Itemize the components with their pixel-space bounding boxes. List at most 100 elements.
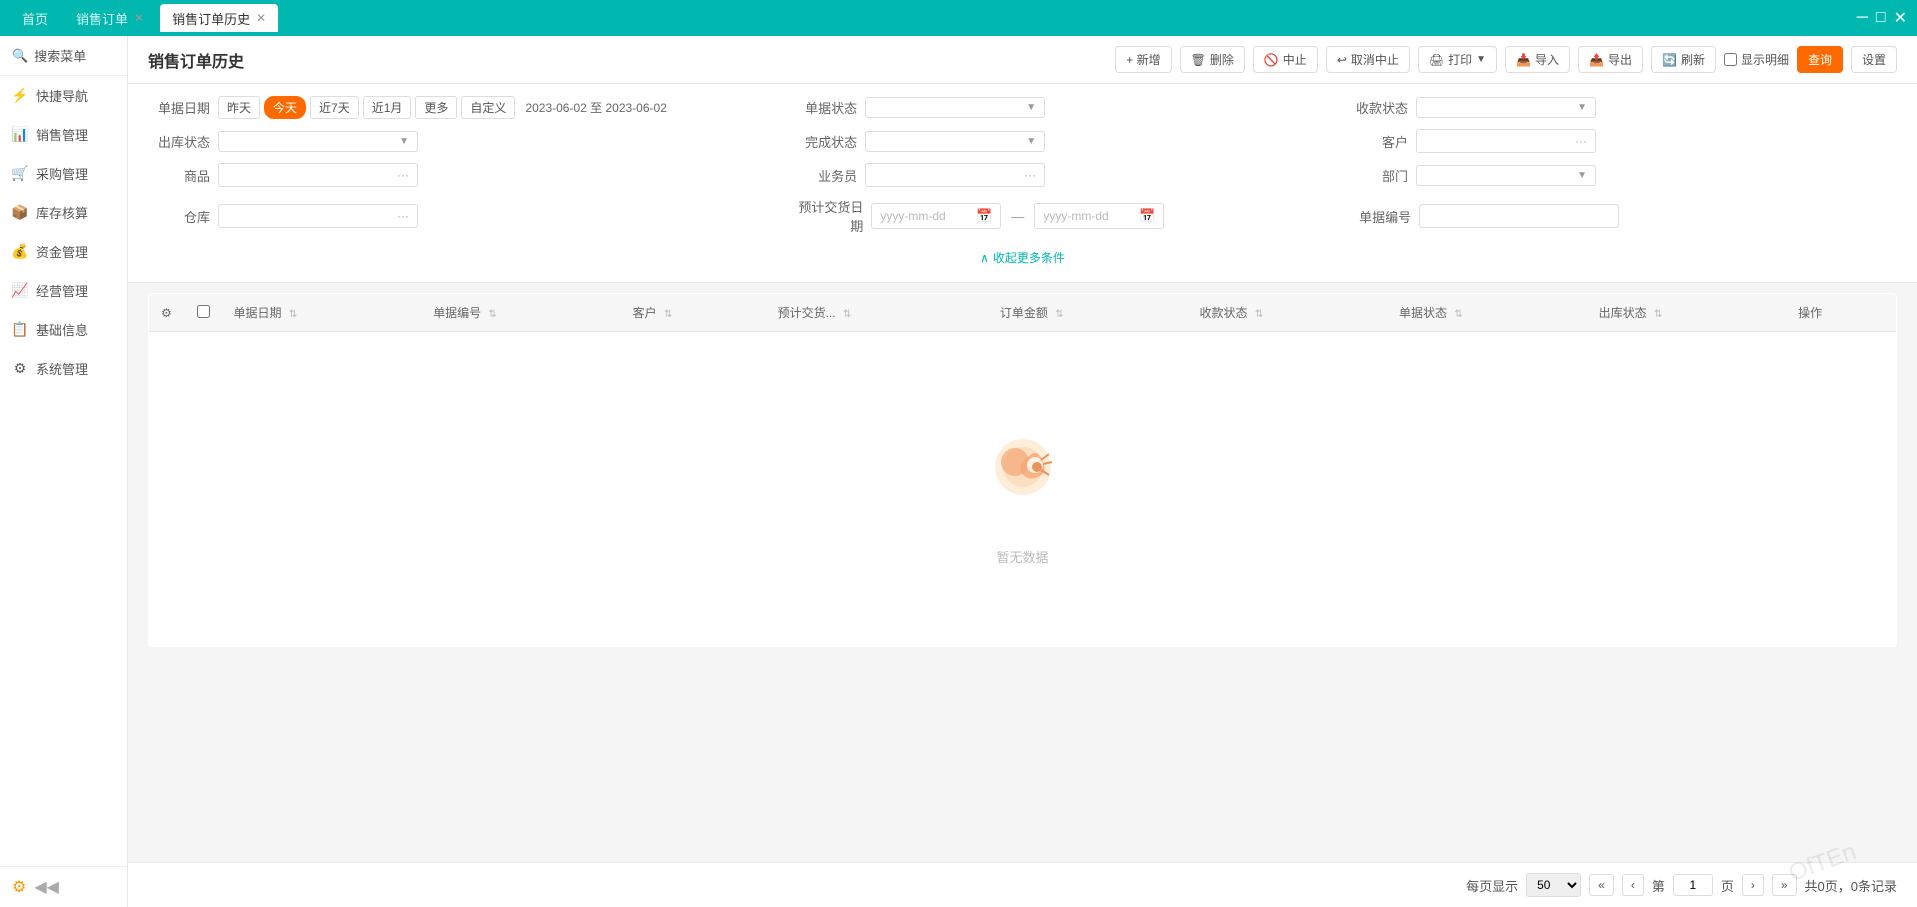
minimize-icon[interactable]: ─ [1857, 9, 1868, 27]
customer-more-icon: ··· [1575, 134, 1587, 148]
new-button[interactable]: + 新增 [1115, 46, 1171, 73]
delivery-from-input[interactable]: yyyy-mm-dd 📅 [871, 203, 1001, 229]
sidebar-item-label: 资金管理 [36, 242, 88, 261]
first-page-button[interactable]: « [1589, 874, 1614, 896]
stop-button[interactable]: 🚫 中止 [1253, 46, 1318, 73]
show-detail-checkbox[interactable]: 显示明细 [1724, 51, 1789, 68]
refresh-icon: 🔄 [1662, 53, 1677, 67]
tab-sales-history[interactable]: 销售订单历史 ✕ [160, 4, 278, 32]
customer-control: ··· [1416, 129, 1897, 153]
page-number-input[interactable] [1673, 874, 1713, 896]
col-doc-status[interactable]: 单据状态 ⇅ [1387, 294, 1587, 332]
sort-delivery-icon: ⇅ [843, 309, 851, 320]
print-arrow-icon: ▼ [1476, 54, 1486, 65]
page-title: 销售订单历史 [148, 48, 244, 72]
page-label: 第 [1652, 876, 1665, 895]
page-size-select[interactable]: 50 10 20 100 [1526, 873, 1581, 897]
warehouse-input[interactable]: ··· [218, 204, 418, 228]
sidebar-search[interactable]: 🔍 搜索菜单 [0, 36, 127, 76]
sort-amount-icon: ⇅ [1055, 309, 1063, 320]
col-doc-no[interactable]: 单据编号 ⇅ [421, 294, 621, 332]
cancel-stop-button[interactable]: ↩ 取消中止 [1326, 46, 1410, 73]
filter-area: 单据日期 昨天 今天 近7天 近1月 更多 自定义 2023-06-02 至 2… [128, 84, 1917, 283]
col-collection-status[interactable]: 收款状态 ⇅ [1187, 294, 1387, 332]
main-layout: 🔍 搜索菜单 ⚡ 快捷导航 📊 销售管理 🛒 采购管理 📦 库存核算 💰 资金管… [0, 36, 1917, 907]
col-date[interactable]: 单据日期 ⇅ [222, 294, 422, 332]
page-unit-label: 页 [1721, 876, 1734, 895]
date-btn-1month[interactable]: 近1月 [363, 96, 412, 119]
sidebar-item-operations[interactable]: 📈 经营管理 [0, 271, 127, 310]
date-dash: — [1005, 209, 1030, 224]
tab-home[interactable]: 首页 [10, 4, 60, 32]
date-btn-yesterday[interactable]: 昨天 [218, 96, 260, 119]
sort-customer-icon: ⇅ [664, 309, 672, 320]
outbound-label: 出库状态 [148, 132, 218, 151]
table-body: 暂无数据 [149, 332, 1897, 647]
refresh-button[interactable]: 🔄 刷新 [1651, 46, 1716, 73]
department-select[interactable]: ▼ [1416, 165, 1596, 186]
table-header-checkbox[interactable] [185, 294, 222, 332]
sidebar-item-finance[interactable]: 💰 资金管理 [0, 232, 127, 271]
toolbar: + 新增 🗑 删除 🚫 中止 ↩ 取消中止 🖨 打印 ▼ [1115, 46, 1897, 73]
import-button[interactable]: 📥 导入 [1505, 46, 1570, 73]
settings-bottom-icon[interactable]: ⚙ [12, 877, 26, 897]
delete-button[interactable]: 🗑 删除 [1180, 46, 1245, 73]
table-header-settings[interactable]: ⚙ [149, 294, 185, 332]
date-btn-7days[interactable]: 近7天 [310, 96, 359, 119]
warehouse-label: 仓库 [148, 207, 218, 226]
doc-no-control [1419, 204, 1897, 228]
sidebar-item-system[interactable]: ⚙ 系统管理 [0, 349, 127, 388]
export-icon: 📤 [1589, 53, 1604, 67]
col-amount[interactable]: 订单金额 ⇅ [988, 294, 1188, 332]
sidebar-item-inventory[interactable]: 📦 库存核算 [0, 193, 127, 232]
select-all-checkbox[interactable] [197, 305, 210, 318]
delivery-to-input[interactable]: yyyy-mm-dd 📅 [1034, 203, 1164, 229]
status-select[interactable]: ▼ [865, 97, 1045, 118]
col-outbound-status[interactable]: 出库状态 ⇅ [1587, 294, 1787, 332]
sort-outbound-icon: ⇅ [1654, 309, 1662, 320]
collapse-sidebar-icon[interactable]: ◀◀ [34, 877, 59, 897]
maximize-icon[interactable]: □ [1876, 9, 1886, 27]
prev-page-button[interactable]: ‹ [1622, 874, 1644, 896]
department-arrow-icon: ▼ [1577, 170, 1587, 181]
print-button[interactable]: 🖨 打印 ▼ [1418, 46, 1497, 73]
window-close-icon[interactable]: ✕ [1894, 8, 1907, 28]
sidebar-item-label: 库存核算 [36, 203, 88, 222]
date-btn-custom[interactable]: 自定义 [461, 96, 515, 119]
filter-row-4: 仓库 ··· 预计交货日期 yyyy-mm-dd 📅 — yyyy-mm-d [148, 197, 1897, 235]
sidebar-item-label: 采购管理 [36, 164, 88, 183]
collection-select[interactable]: ▼ [1416, 97, 1596, 118]
collapse-button[interactable]: ∧ 收起更多条件 [148, 245, 1897, 270]
outbound-arrow-icon: ▼ [399, 136, 409, 147]
col-delivery[interactable]: 预计交货... ⇅ [766, 294, 988, 332]
show-detail-input[interactable] [1724, 53, 1737, 66]
salesperson-input[interactable]: ··· [865, 163, 1045, 187]
last-page-button[interactable]: » [1772, 874, 1797, 896]
date-btn-more[interactable]: 更多 [415, 96, 457, 119]
query-button[interactable]: 查询 [1797, 46, 1843, 73]
sidebar-item-sales[interactable]: 📊 销售管理 [0, 115, 127, 154]
pagination: 每页显示 50 10 20 100 « ‹ 第 页 › » 共0页，0条记录 [128, 862, 1917, 907]
date-control: 昨天 今天 近7天 近1月 更多 自定义 2023-06-02 至 2023-0… [218, 96, 795, 119]
settings-button[interactable]: 设置 [1851, 46, 1897, 73]
product-more-icon: ··· [397, 168, 409, 182]
col-customer[interactable]: 客户 ⇅ [621, 294, 766, 332]
next-page-button[interactable]: › [1742, 874, 1764, 896]
empty-illustration [973, 412, 1073, 512]
sidebar-item-purchase[interactable]: 🛒 采购管理 [0, 154, 127, 193]
date-btn-today[interactable]: 今天 [264, 96, 306, 119]
complete-select[interactable]: ▼ [865, 131, 1045, 152]
doc-no-input[interactable] [1419, 204, 1619, 228]
empty-text: 暂无数据 [996, 547, 1048, 566]
product-input[interactable]: ··· [218, 163, 418, 187]
sidebar-item-quick-nav[interactable]: ⚡ 快捷导航 [0, 76, 127, 115]
export-button[interactable]: 📤 导出 [1578, 46, 1643, 73]
col-action: 操作 [1786, 294, 1896, 332]
close-icon[interactable]: ✕ [134, 11, 144, 25]
filter-row-3: 商品 ··· 业务员 ··· 部门 [148, 163, 1897, 187]
outbound-select[interactable]: ▼ [218, 131, 418, 152]
tab-sales-order[interactable]: 销售订单 ✕ [64, 4, 156, 32]
customer-input[interactable]: ··· [1416, 129, 1596, 153]
close-icon-history[interactable]: ✕ [256, 11, 266, 25]
sidebar-item-basic-info[interactable]: 📋 基础信息 [0, 310, 127, 349]
